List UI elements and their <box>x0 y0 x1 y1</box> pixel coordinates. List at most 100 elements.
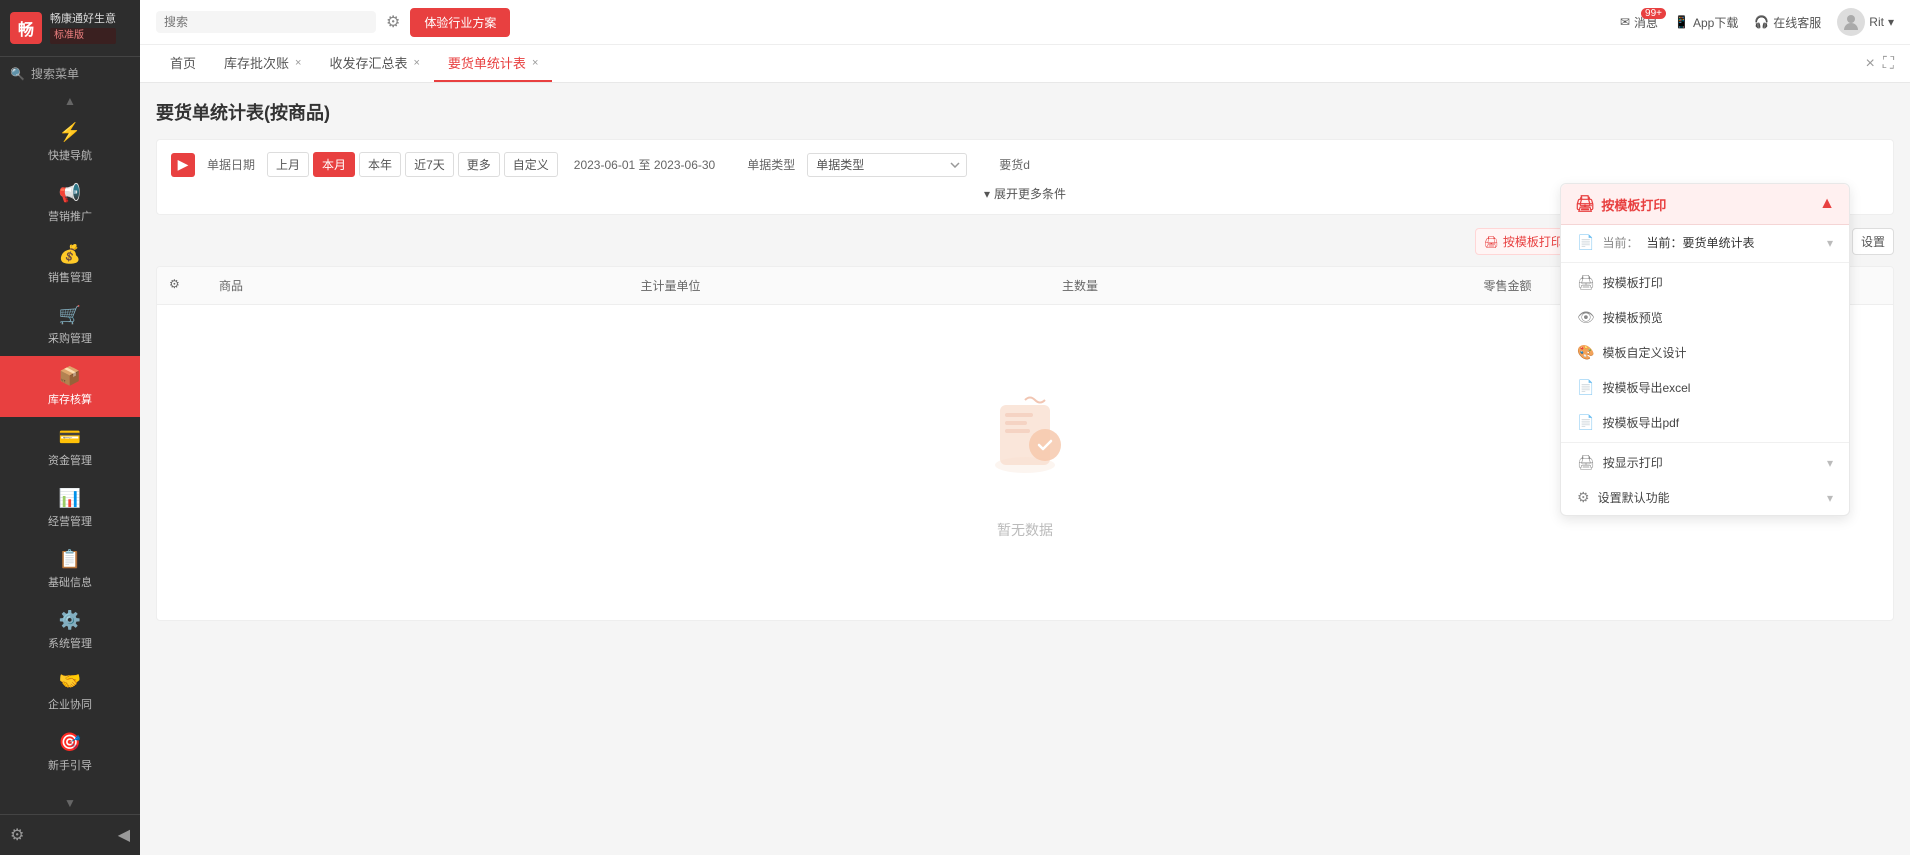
sidebar: 畅 畅康通好生意 标准版 🔍 搜索菜单 ▲ ⚡ 快捷导航 📢 营销推广 💰 销售… <box>0 0 140 855</box>
date-buttons: 上月 本月 本年 近7天 更多 自定义 <box>267 152 558 177</box>
date-btn-current-month[interactable]: 本月 <box>313 152 355 177</box>
filter-toggle-btn[interactable]: ▶ <box>171 153 195 177</box>
dropdown-title: 按模板打印 <box>1601 195 1666 214</box>
table-col-settings[interactable]: ⚙ <box>157 267 207 304</box>
header-search-input[interactable] <box>156 11 376 33</box>
app-logo: 畅 畅康通好生意 标准版 <box>0 0 140 57</box>
dropdown-display-print[interactable]: 🖨 按显示打印 ▾ <box>1561 445 1849 480</box>
dropdown-item-template-print[interactable]: 🖨 按模板打印 <box>1561 265 1849 300</box>
sidebar-item-label: 营销推广 <box>48 208 92 224</box>
settings-icon[interactable]: ⚙ <box>10 825 24 845</box>
date-btn-custom[interactable]: 自定义 <box>504 152 558 177</box>
header-settings-icon[interactable]: ⚙ <box>386 12 400 32</box>
sidebar-item-cooperation[interactable]: 🤝 企业协同 <box>0 661 140 722</box>
dropdown-close-btn[interactable]: ▲ <box>1819 195 1835 213</box>
tab-order-summary-close[interactable]: × <box>532 57 538 69</box>
sidebar-item-label: 采购管理 <box>48 330 92 346</box>
table-col-qty: 主数量 <box>1050 267 1472 304</box>
sidebar-item-system[interactable]: ⚙️ 系统管理 <box>0 600 140 661</box>
sidebar-item-basic[interactable]: 📋 基础信息 <box>0 539 140 600</box>
dropdown-item-template-design[interactable]: 🎨 模板自定义设计 <box>1561 335 1849 370</box>
dropdown-default-settings[interactable]: ⚙ 设置默认功能 ▾ <box>1561 480 1849 515</box>
current-item-arrow: ▾ <box>1827 236 1833 250</box>
tab-receipt-summary[interactable]: 收发存汇总表 × <box>315 45 433 82</box>
app-download-btn[interactable]: 📱 App下载 <box>1674 14 1738 31</box>
date-range-display: 2023-06-01 至 2023-06-30 <box>574 156 715 173</box>
date-btn-more[interactable]: 更多 <box>458 152 500 177</box>
date-btn-prev-month[interactable]: 上月 <box>267 152 309 177</box>
sidebar-scroll-down[interactable]: ▼ <box>0 792 140 814</box>
dropdown-divider-2 <box>1561 442 1849 443</box>
expand-more-btn[interactable]: ▾ 展开更多条件 <box>984 185 1066 202</box>
collapse-icon[interactable]: ◀ <box>118 825 130 845</box>
message-badge: 99+ <box>1641 8 1666 19</box>
sidebar-nav: ⚡ 快捷导航 📢 营销推广 💰 销售管理 🛒 采购管理 📦 库存核算 💳 资金管… <box>0 112 140 792</box>
default-settings-label: 设置默认功能 <box>1598 489 1670 506</box>
expand-chevron-icon: ▾ <box>984 187 990 201</box>
dropdown-item-export-pdf[interactable]: 📄 按模板导出pdf <box>1561 405 1849 440</box>
tab-close-all-btn[interactable]: × <box>1865 55 1874 73</box>
settings-page-btn[interactable]: 设置 <box>1852 228 1894 255</box>
sidebar-item-label: 基础信息 <box>48 574 92 590</box>
empty-text: 暂无数据 <box>997 520 1053 540</box>
app-download-icon: 📱 <box>1674 15 1689 29</box>
current-item-label: 当前： <box>1602 234 1638 251</box>
user-dropdown-icon: ▾ <box>1888 15 1894 29</box>
sidebar-item-operation[interactable]: 📊 经营管理 <box>0 478 140 539</box>
dropdown-current-item[interactable]: 📄 当前： 当前：要货单统计表 ▾ <box>1561 225 1849 260</box>
settings-col-icon: ⚙ <box>169 277 180 291</box>
sidebar-item-sales[interactable]: 💰 销售管理 <box>0 234 140 295</box>
scroll-down-icon[interactable]: ▼ <box>60 792 80 814</box>
dropdown-divider-1 <box>1561 262 1849 263</box>
date-btn-last-7days[interactable]: 近7天 <box>405 152 454 177</box>
print-dropdown-panel: 🖨 按模板打印 ▲ 📄 当前： 当前：要货单统计表 ▾ 🖨 按模板打印 <box>1560 183 1850 516</box>
export-excel-icon: 📄 <box>1577 379 1594 396</box>
sidebar-item-marketing[interactable]: 📢 营销推广 <box>0 173 140 234</box>
tab-order-summary[interactable]: 要货单统计表 × <box>434 45 552 82</box>
default-settings-arrow: ▾ <box>1827 491 1833 505</box>
sidebar-item-inventory[interactable]: 📦 库存核算 <box>0 356 140 417</box>
user-avatar[interactable]: Rit ▾ <box>1837 8 1894 36</box>
print-icon: 🖨 <box>1484 235 1499 249</box>
message-btn[interactable]: ✉ 消息 99+ <box>1620 14 1658 31</box>
sidebar-item-purchase[interactable]: 🛒 采购管理 <box>0 295 140 356</box>
sidebar-item-apps[interactable]: 🔲 应用中心 <box>0 783 140 792</box>
template-design-icon: 🎨 <box>1577 344 1594 361</box>
sidebar-item-quick-nav[interactable]: ⚡ 快捷导航 <box>0 112 140 173</box>
doc-type-select[interactable]: 单据类型 <box>807 153 967 177</box>
experience-btn[interactable]: 体验行业方案 <box>410 8 510 37</box>
sidebar-scroll-up[interactable]: ▲ <box>0 90 140 112</box>
sidebar-search[interactable]: 🔍 搜索菜单 <box>0 57 140 90</box>
tab-batch-account[interactable]: 库存批次账 × <box>210 45 315 82</box>
template-preview-label: 按模板预览 <box>1603 309 1663 326</box>
dropdown-item-template-preview[interactable]: 👁 按模板预览 <box>1561 300 1849 335</box>
tab-home[interactable]: 首页 <box>156 45 210 82</box>
table-col-goods: 商品 <box>207 267 629 304</box>
tab-batch-account-close[interactable]: × <box>295 57 301 69</box>
sidebar-item-finance[interactable]: 💳 资金管理 <box>0 417 140 478</box>
table-col-unit: 主计量单位 <box>629 267 1051 304</box>
marketing-icon: 📢 <box>59 183 81 204</box>
page-content: 要货单统计表(按商品) ▶ 单据日期 上月 本月 本年 近7天 更多 自定义 2… <box>140 83 1910 855</box>
date-btn-current-year[interactable]: 本年 <box>359 152 401 177</box>
search-icon: 🔍 <box>10 67 25 81</box>
template-design-label: 模板自定义设计 <box>1602 344 1686 361</box>
system-icon: ⚙️ <box>59 610 81 631</box>
page-title: 要货单统计表(按商品) <box>156 99 1894 125</box>
dropdown-item-export-excel[interactable]: 📄 按模板导出excel <box>1561 370 1849 405</box>
operation-icon: 📊 <box>59 488 81 509</box>
sidebar-item-label: 经营管理 <box>48 513 92 529</box>
scroll-up-icon[interactable]: ▲ <box>60 90 80 112</box>
sidebar-item-guide[interactable]: 🎯 新手引导 <box>0 722 140 783</box>
tab-maximize-btn[interactable]: ⛶ <box>1883 55 1894 73</box>
customer-service-label: 在线客服 <box>1773 14 1821 31</box>
display-print-arrow: ▾ <box>1827 456 1833 470</box>
sidebar-item-label: 系统管理 <box>48 635 92 651</box>
tab-order-summary-label: 要货单统计表 <box>448 53 526 72</box>
sales-icon: 💰 <box>59 244 81 265</box>
empty-icon <box>975 385 1075 504</box>
customer-service-btn[interactable]: 🎧 在线客服 <box>1754 14 1821 31</box>
header-right: ✉ 消息 99+ 📱 App下载 🎧 在线客服 Rit ▾ <box>1620 8 1894 36</box>
default-settings-icon: ⚙ <box>1577 489 1590 506</box>
tab-receipt-summary-close[interactable]: × <box>413 57 419 69</box>
